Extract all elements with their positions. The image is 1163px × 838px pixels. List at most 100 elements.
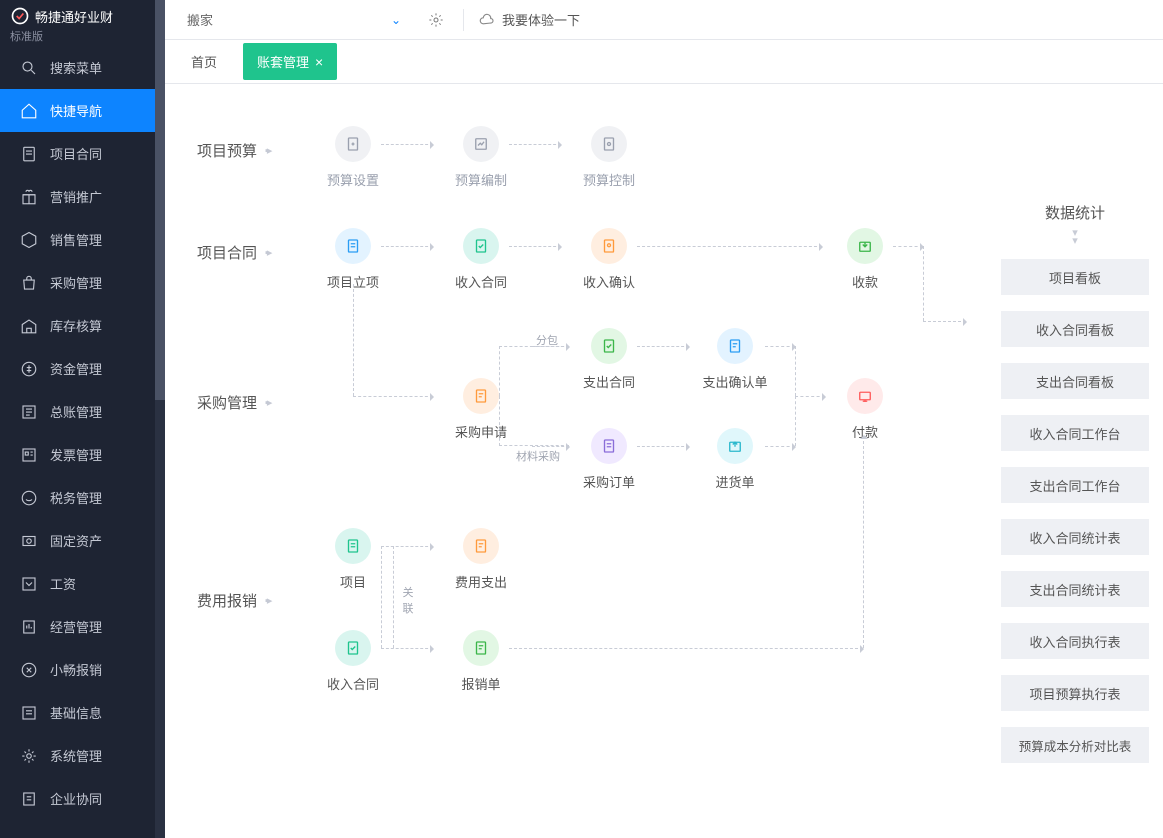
- nav-marketing[interactable]: 营销推广: [0, 175, 155, 218]
- nav-ledger[interactable]: 总账管理: [0, 390, 155, 433]
- nav-salary[interactable]: 工资: [0, 562, 155, 605]
- nav-quick-nav[interactable]: 快捷导航: [0, 89, 155, 132]
- stat-income-board[interactable]: 收入合同看板: [1001, 311, 1149, 347]
- nav-project-contract[interactable]: 项目合同: [0, 132, 155, 175]
- nav-system[interactable]: 系统管理: [0, 734, 155, 777]
- nav-label: 固定资产: [50, 531, 102, 550]
- nav-label: 发票管理: [50, 445, 102, 464]
- node-goods-receipt[interactable]: 进货单: [695, 428, 775, 491]
- nav-label: 系统管理: [50, 746, 102, 765]
- arrow: [765, 446, 795, 447]
- inbox-icon: [847, 228, 883, 264]
- nav-label: 营销推广: [50, 187, 102, 206]
- tab-account-mgmt[interactable]: 账套管理 ×: [243, 43, 337, 80]
- node-expense-contract[interactable]: 支出合同: [569, 328, 649, 391]
- sublabel-cailiao: 材料采购: [516, 448, 560, 464]
- nav-label: 税务管理: [50, 488, 102, 507]
- payment-icon: [847, 378, 883, 414]
- line: [393, 546, 394, 648]
- nav-purchase[interactable]: 采购管理: [0, 261, 155, 304]
- nav-inventory[interactable]: 库存核算: [0, 304, 155, 347]
- line: [381, 546, 433, 547]
- coin-icon: [20, 360, 38, 378]
- doc-icon: [463, 378, 499, 414]
- arrow: [637, 246, 822, 247]
- select-value: 搬家: [187, 10, 213, 29]
- divider: [463, 9, 464, 31]
- stat-expense-board[interactable]: 支出合同看板: [1001, 363, 1149, 399]
- nav-invoice[interactable]: 发票管理: [0, 433, 155, 476]
- try-label: 我要体验一下: [502, 10, 580, 29]
- close-icon[interactable]: ×: [315, 54, 323, 70]
- nav-label: 项目合同: [50, 144, 102, 163]
- sidebar-scrollbar[interactable]: [155, 0, 165, 838]
- stat-expense-workbench[interactable]: 支出合同工作台: [1001, 467, 1149, 503]
- stat-income-workbench[interactable]: 收入合同工作台: [1001, 415, 1149, 451]
- ledger-icon: [20, 403, 38, 421]
- nav-expense-report[interactable]: 小畅报销: [0, 648, 155, 691]
- tab-home[interactable]: 首页: [181, 46, 227, 77]
- sales-icon: [20, 231, 38, 249]
- nav-collab[interactable]: 企业协同: [0, 777, 155, 820]
- nav-tax[interactable]: 税务管理: [0, 476, 155, 519]
- stat-income-exec[interactable]: 收入合同执行表: [1001, 623, 1149, 659]
- node-expense-out[interactable]: 费用支出: [441, 528, 521, 591]
- assoc-label: 关联: [401, 584, 415, 616]
- doc-icon: [591, 428, 627, 464]
- cloud-icon: [478, 11, 496, 29]
- node-project-init[interactable]: 项目立项: [313, 228, 393, 291]
- settings-button[interactable]: [423, 7, 449, 33]
- nav-label: 销售管理: [50, 230, 102, 249]
- warehouse-icon: [20, 317, 38, 335]
- node-income-confirm[interactable]: 收入确认: [569, 228, 649, 291]
- node-expense-form[interactable]: 报销单: [441, 630, 521, 693]
- workflow-canvas: 项目预算 ▪▸ 预算设置 预算编制 预算控制: [165, 84, 1163, 838]
- node-budget-control[interactable]: 预算控制: [569, 126, 649, 189]
- tab-label: 账套管理: [257, 52, 309, 71]
- arrow-icon: ▪▸: [265, 246, 270, 259]
- arrow: [353, 396, 433, 397]
- doc-plus-icon: [335, 126, 371, 162]
- company-select[interactable]: 搬家 ⌄: [179, 6, 409, 34]
- invoice-icon: [20, 446, 38, 464]
- stat-budget-analysis[interactable]: 预算成本分析对比表: [1001, 727, 1149, 763]
- home-icon: [20, 102, 38, 120]
- nav-label: 基础信息: [50, 703, 102, 722]
- stat-income-report[interactable]: 收入合同统计表: [1001, 519, 1149, 555]
- nav-basic-info[interactable]: 基础信息: [0, 691, 155, 734]
- nav-search-menu[interactable]: 搜索菜单: [0, 46, 155, 89]
- arrow: [381, 144, 433, 145]
- node-collection[interactable]: 收款: [825, 228, 905, 291]
- expense-icon: [20, 661, 38, 679]
- node-budget-compile[interactable]: 预算编制: [441, 126, 521, 189]
- line: [795, 396, 796, 446]
- nav-fixed-assets[interactable]: 固定资产: [0, 519, 155, 562]
- nav-list: 搜索菜单 快捷导航 项目合同 营销推广 销售管理 采购管理 库存核算 资金管理 …: [0, 46, 155, 838]
- stat-expense-report[interactable]: 支出合同统计表: [1001, 571, 1149, 607]
- row-label-expense: 费用报销: [197, 590, 257, 611]
- stat-budget-exec[interactable]: 项目预算执行表: [1001, 675, 1149, 711]
- nav-label: 搜索菜单: [50, 58, 102, 77]
- node-purchase-order[interactable]: 采购订单: [569, 428, 649, 491]
- nav-label: 快捷导航: [50, 101, 102, 120]
- node-income-contract[interactable]: 收入合同: [441, 228, 521, 291]
- nav-funds[interactable]: 资金管理: [0, 347, 155, 390]
- stat-project-board[interactable]: 项目看板: [1001, 259, 1149, 295]
- line: [923, 246, 924, 321]
- node-expense-confirm[interactable]: 支出确认单: [695, 328, 775, 391]
- nav-sales[interactable]: 销售管理: [0, 218, 155, 261]
- chevron-down-icon: ⌄: [391, 13, 401, 27]
- nav-label: 小畅报销: [50, 660, 102, 679]
- topbar: 搬家 ⌄ 我要体验一下: [165, 0, 1163, 40]
- doc-gear-icon: [591, 126, 627, 162]
- try-experience-button[interactable]: 我要体验一下: [478, 10, 580, 29]
- nav-management[interactable]: 经营管理: [0, 605, 155, 648]
- row-label-purchase: 采购管理: [197, 392, 257, 413]
- node-budget-setup[interactable]: 预算设置: [313, 126, 393, 189]
- collab-icon: [20, 790, 38, 808]
- app-name: 畅捷通好业财: [35, 7, 113, 26]
- sidebar: 畅捷通好业财 标准版 搜索菜单 快捷导航 项目合同 营销推广 销售管理 采购管理…: [0, 0, 155, 838]
- arrow-icon: ▪▸: [265, 144, 270, 157]
- scroll-thumb[interactable]: [155, 0, 165, 400]
- doc-icon: [717, 328, 753, 364]
